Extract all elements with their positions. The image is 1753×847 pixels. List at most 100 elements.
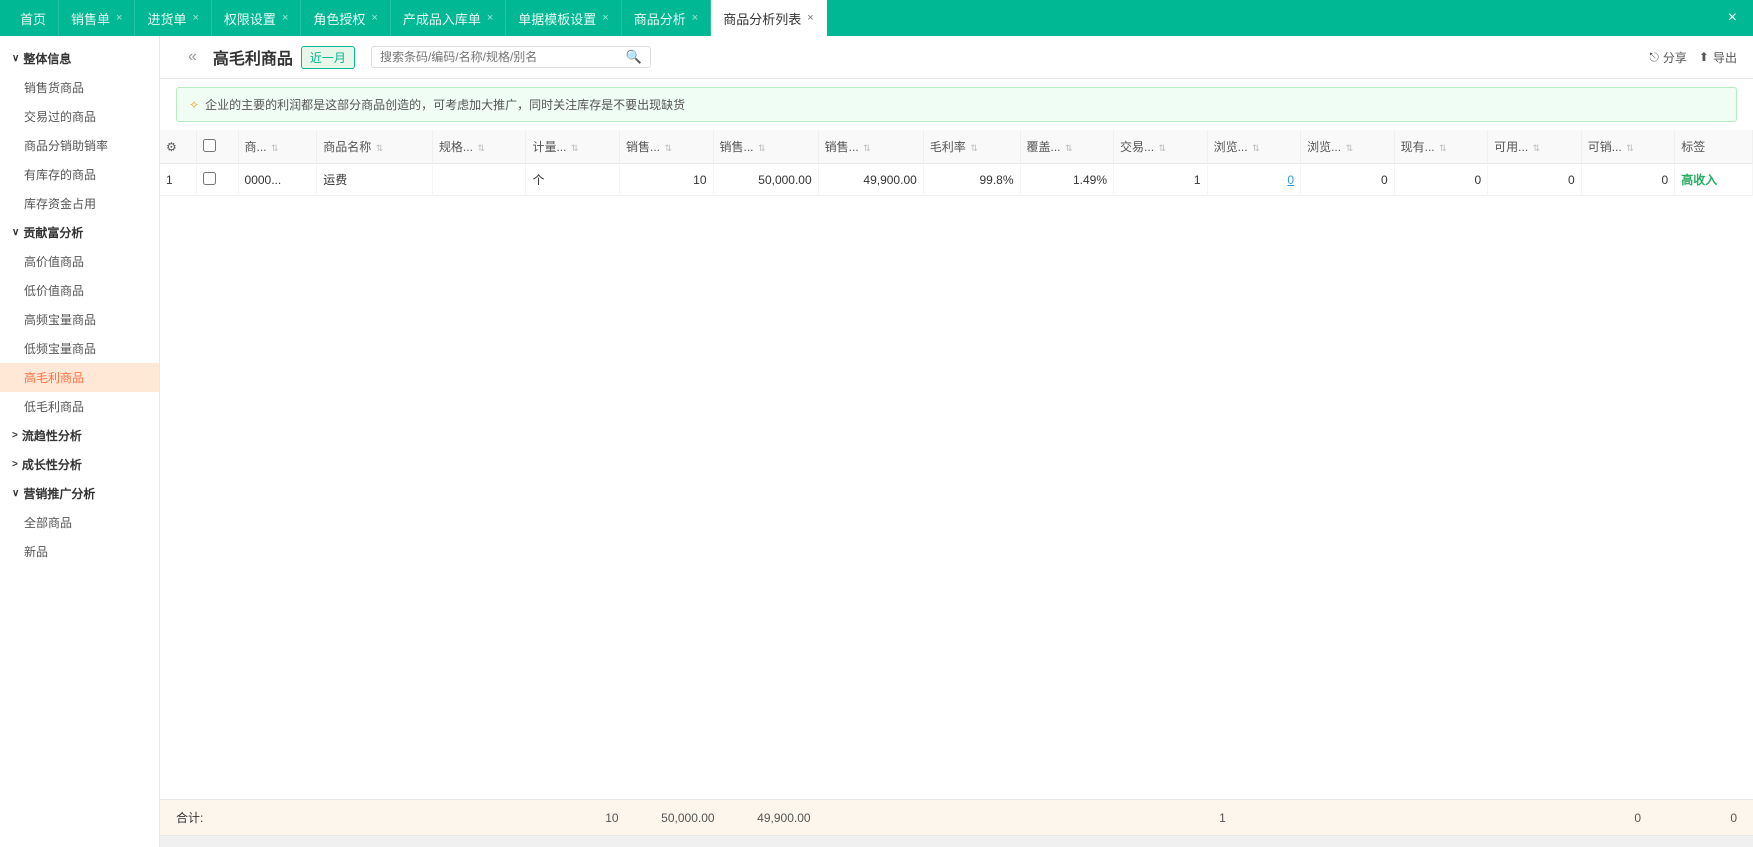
col-header-name[interactable]: 商品名称 ⇅	[317, 130, 433, 164]
search-icon[interactable]: 🔍	[626, 49, 642, 65]
scroll-bar[interactable]	[160, 835, 1753, 847]
sort-icon: ⇅	[968, 143, 978, 153]
tab-close-icon[interactable]: ×	[192, 12, 198, 24]
sidebar-item-high_value[interactable]: 高价值商品	[0, 247, 159, 276]
col-header-gross_margin[interactable]: 毛利率 ⇅	[923, 130, 1020, 164]
group-label: 成长性分析	[22, 456, 82, 473]
nav-tab-permission_settings[interactable]: 权限设置×	[212, 0, 301, 36]
nav-tab-role_permission[interactable]: 角色授权×	[301, 0, 390, 36]
export-icon: ⬆	[1699, 50, 1709, 64]
nav-tab-product_entry[interactable]: 产成品入库单×	[391, 0, 506, 36]
cell-unit: 个	[526, 164, 620, 196]
footer-sales-qty: 10	[539, 811, 619, 825]
footer-label: 合计:	[176, 809, 203, 826]
cell-trade_count: 1	[1114, 164, 1208, 196]
col-header-in_stock[interactable]: 现有... ⇅	[1394, 130, 1488, 164]
sidebar-group-bcg[interactable]: ∨贡献富分析	[0, 218, 159, 247]
nav-tab-product_analysis_list[interactable]: 商品分析列表×	[711, 0, 826, 36]
col-header-sales_amount[interactable]: 销售... ⇅	[713, 130, 818, 164]
nav-tab-template_settings[interactable]: 单据模板设置×	[506, 0, 621, 36]
table-row: 10000...运费个1050,000.0049,900.0099.8%1.49…	[160, 164, 1753, 196]
col-header-unit[interactable]: 计量... ⇅	[526, 130, 620, 164]
col-header-browse2[interactable]: 浏览... ⇅	[1301, 130, 1395, 164]
close-all-button[interactable]: ×	[1720, 9, 1745, 27]
tab-close-icon[interactable]: ×	[116, 12, 122, 24]
sidebar-group-growth[interactable]: >成长性分析	[0, 450, 159, 479]
col-header-sales_profit[interactable]: 销售... ⇅	[818, 130, 923, 164]
sidebar-item-traded_goods[interactable]: 交易过的商品	[0, 102, 159, 131]
cell-browse1[interactable]: 0	[1207, 164, 1301, 196]
col-header-coverage[interactable]: 覆盖... ⇅	[1020, 130, 1114, 164]
tab-close-icon[interactable]: ×	[692, 12, 698, 24]
nav-tab-sales[interactable]: 销售单×	[59, 0, 135, 36]
nav-tab-purchase[interactable]: 进货单×	[135, 0, 211, 36]
sidebar-item-all_goods[interactable]: 全部商品	[0, 508, 159, 537]
sidebar-item-high_freq[interactable]: 高频宝量商品	[0, 305, 159, 334]
table-footer: 合计: 10 50,000.00 49,900.00 1 0 0	[160, 799, 1753, 835]
header-actions: ⎋ 分享 ⬆ 导出	[1649, 49, 1737, 66]
sort-icon: ⇅	[1343, 143, 1353, 153]
chevron-icon: ∨	[12, 227, 19, 238]
export-button[interactable]: ⬆ 导出	[1699, 49, 1737, 66]
sidebar-item-high_margin[interactable]: 高毛利商品	[0, 363, 159, 392]
chevron-icon: ∨	[12, 53, 19, 64]
sort-icon: ⇅	[1437, 143, 1447, 153]
content-header: « 高毛利商品 近一月 🔍 ⎋ 分享 ⬆ 导出	[160, 36, 1753, 79]
tab-close-icon[interactable]: ×	[807, 12, 813, 24]
col-header-tag: 标签	[1675, 130, 1753, 164]
col-header-sellable[interactable]: 可销... ⇅	[1581, 130, 1675, 164]
sidebar-item-in_stock_goods[interactable]: 有库存的商品	[0, 160, 159, 189]
sidebar-item-low_freq[interactable]: 低频宝量商品	[0, 334, 159, 363]
share-button[interactable]: ⎋ 分享	[1649, 49, 1687, 66]
sidebar-item-low_value[interactable]: 低价值商品	[0, 276, 159, 305]
tab-close-icon[interactable]: ×	[487, 12, 493, 24]
col-header-available[interactable]: 可用... ⇅	[1488, 130, 1582, 164]
col-header-browse1[interactable]: 浏览... ⇅	[1207, 130, 1301, 164]
share-icon: ⎋	[1649, 50, 1659, 65]
cell-tag: 高收入	[1675, 164, 1753, 196]
tab-close-icon[interactable]: ×	[371, 12, 377, 24]
cell-available: 0	[1488, 164, 1582, 196]
footer-available-total: 0	[1657, 811, 1737, 825]
search-input[interactable]	[380, 50, 626, 64]
col-header-trade_count[interactable]: 交易... ⇅	[1114, 130, 1208, 164]
col-header-checkbox	[197, 130, 238, 164]
row-checkbox[interactable]	[203, 172, 216, 185]
sort-icon: ⇅	[568, 143, 578, 153]
chevron-icon: ∨	[12, 488, 19, 499]
cell-gross_margin: 99.8%	[923, 164, 1020, 196]
sidebar-item-stock_capital[interactable]: 库存资金占用	[0, 189, 159, 218]
sort-icon: ⇅	[373, 143, 383, 153]
group-label: 流趋性分析	[22, 427, 82, 444]
page-title: 高毛利商品	[213, 45, 293, 69]
footer-sales-profit: 49,900.00	[731, 811, 811, 825]
sort-icon: ⇅	[1530, 143, 1540, 153]
group-label: 整体信息	[23, 50, 71, 67]
table-wrapper: ⚙商... ⇅商品名称 ⇅规格... ⇅计量... ⇅销售... ⇅销售... …	[160, 130, 1753, 799]
select-all-checkbox[interactable]	[203, 139, 216, 152]
col-header-code[interactable]: 商... ⇅	[238, 130, 317, 164]
time-filter-button[interactable]: 近一月	[301, 46, 355, 69]
cell-coverage: 1.49%	[1020, 164, 1114, 196]
sidebar-item-sales_goods[interactable]: 销售货商品	[0, 73, 159, 102]
sidebar-item-analysis_contribution[interactable]: 商品分销助销率	[0, 131, 159, 160]
tab-close-icon[interactable]: ×	[282, 12, 288, 24]
sort-icon: ⇅	[756, 143, 766, 153]
sort-icon: ⇅	[1156, 143, 1166, 153]
tab-close-icon[interactable]: ×	[602, 12, 608, 24]
sidebar-group-overall[interactable]: ∨ 整体信息	[0, 44, 159, 73]
col-header-sales_qty[interactable]: 销售... ⇅	[619, 130, 713, 164]
sidebar-group-trend[interactable]: >流趋性分析	[0, 421, 159, 450]
nav-tab-product_analysis[interactable]: 商品分析×	[622, 0, 711, 36]
col-header-spec[interactable]: 规格... ⇅	[432, 130, 526, 164]
sidebar-group-marketing[interactable]: ∨营销推广分析	[0, 479, 159, 508]
sort-icon: ⇅	[662, 143, 672, 153]
sidebar-item-low_margin[interactable]: 低毛利商品	[0, 392, 159, 421]
cell-checkbox[interactable]	[197, 164, 238, 196]
sort-icon: ⇅	[269, 143, 279, 153]
nav-tab-home[interactable]: 首页	[8, 0, 59, 36]
cell-sales_qty: 10	[619, 164, 713, 196]
sidebar-item-new_goods[interactable]: 新品	[0, 537, 159, 566]
collapse-button[interactable]: «	[180, 44, 205, 70]
cell-seq: 1	[160, 164, 197, 196]
